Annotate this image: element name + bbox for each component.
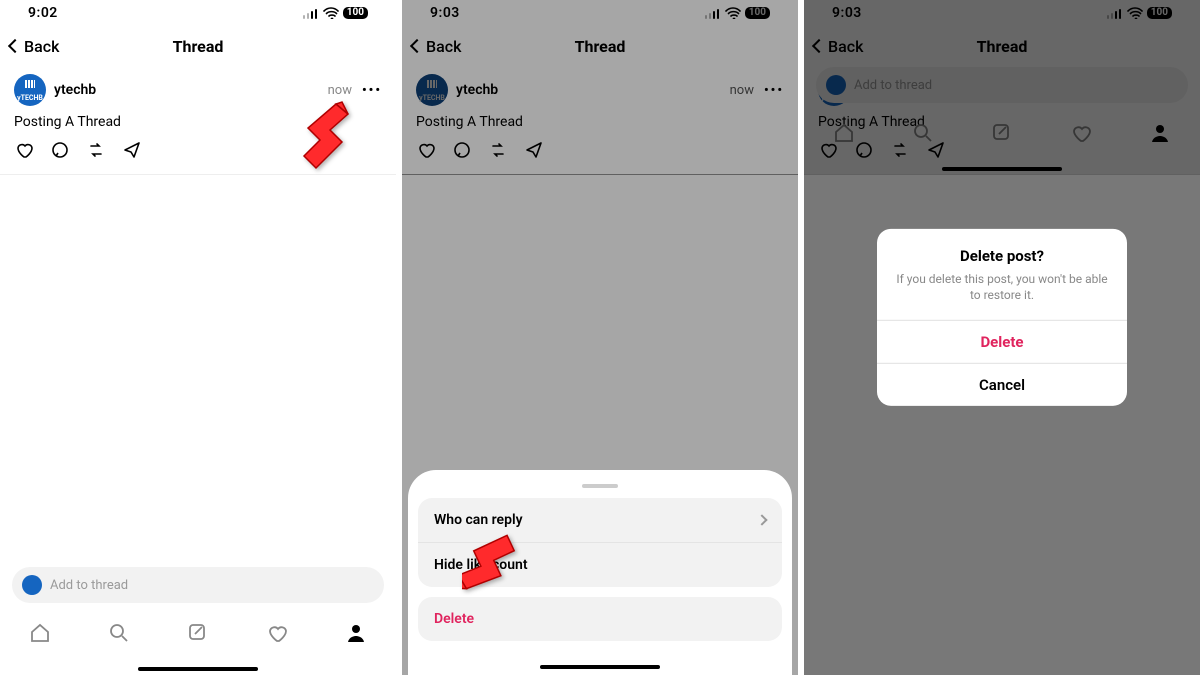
avatar[interactable]: yTECHB — [14, 74, 46, 106]
more-options-button[interactable]: ••• — [764, 83, 784, 98]
sheet-delete[interactable]: Delete — [418, 597, 782, 641]
avatar[interactable]: yTECHB — [416, 74, 448, 106]
add-to-thread-input[interactable]: Add to thread — [816, 67, 1188, 103]
back-label: Back — [828, 37, 863, 56]
signal-icon — [303, 7, 319, 19]
battery-level: 100 — [343, 7, 368, 19]
signal-icon — [705, 7, 721, 19]
add-to-thread-input[interactable]: Add to thread — [12, 567, 384, 603]
status-bar: 9:03 100 — [402, 0, 798, 26]
more-options-button[interactable]: ••• — [362, 83, 382, 98]
tab-search-icon[interactable] — [911, 121, 935, 145]
tab-profile-icon[interactable] — [1148, 121, 1172, 145]
tab-home-icon[interactable] — [832, 121, 856, 145]
chevron-left-icon — [8, 39, 22, 53]
post-timestamp: now — [328, 83, 352, 98]
back-label: Back — [24, 37, 59, 56]
delete-confirmation-modal: Delete post? If you delete this post, yo… — [877, 229, 1127, 405]
share-icon[interactable] — [122, 140, 142, 160]
status-bar: 9:02 100 — [0, 0, 396, 26]
wifi-icon — [1127, 7, 1143, 19]
composer-placeholder: Add to thread — [50, 578, 128, 593]
nav-header: Back Thread — [0, 26, 396, 66]
repost-icon[interactable] — [488, 140, 508, 160]
status-time: 9:02 — [28, 5, 58, 21]
home-indicator — [138, 667, 258, 671]
chevron-right-icon — [756, 514, 767, 525]
back-button[interactable]: Back — [10, 37, 59, 56]
tab-home-icon[interactable] — [28, 621, 52, 645]
battery-level: 100 — [745, 7, 770, 19]
sheet-grabber[interactable] — [582, 484, 618, 488]
back-button[interactable]: Back — [814, 37, 863, 56]
tab-search-icon[interactable] — [107, 621, 131, 645]
sheet-item-label: Who can reply — [434, 512, 523, 528]
wifi-icon — [725, 7, 741, 19]
chevron-left-icon — [812, 39, 826, 53]
post-username[interactable]: ytechb — [54, 82, 96, 98]
status-time: 9:03 — [430, 5, 460, 21]
modal-cancel-button[interactable]: Cancel — [877, 362, 1127, 405]
composer-placeholder: Add to thread — [854, 78, 932, 93]
thread-post: yTECHB ytechb now ••• Posting A Thread — [402, 66, 798, 175]
screen-3: 9:03 100 Back Thread yTECHB ytechb now •… — [804, 0, 1200, 675]
repost-icon[interactable] — [86, 140, 106, 160]
avatar — [22, 575, 42, 595]
tab-activity-icon[interactable] — [1069, 121, 1093, 145]
like-icon[interactable] — [416, 140, 436, 160]
nav-header: Back Thread — [804, 26, 1200, 66]
status-time: 9:03 — [832, 5, 862, 21]
tab-compose-icon[interactable] — [990, 121, 1014, 145]
modal-title: Delete post? — [893, 247, 1111, 265]
annotation-arrow-icon — [462, 530, 522, 600]
avatar — [826, 75, 846, 95]
screen-2: 9:03 100 Back Thread yTECHB ytechb now •… — [402, 0, 798, 675]
tab-activity-icon[interactable] — [265, 621, 289, 645]
post-body: Posting A Thread — [416, 106, 784, 140]
signal-icon — [1107, 7, 1123, 19]
screen-1: 9:02 100 Back Thread yTECHB ytechb now •… — [0, 0, 396, 675]
post-timestamp: now — [730, 83, 754, 98]
battery-level: 100 — [1147, 7, 1172, 19]
tab-bar — [0, 611, 396, 655]
share-icon[interactable] — [524, 140, 544, 160]
comment-icon[interactable] — [50, 140, 70, 160]
modal-delete-button[interactable]: Delete — [877, 319, 1127, 362]
modal-message: If you delete this post, you won't be ab… — [893, 271, 1111, 303]
back-button[interactable]: Back — [412, 37, 461, 56]
comment-icon[interactable] — [452, 140, 472, 160]
tab-bar — [804, 111, 1200, 155]
back-label: Back — [426, 37, 461, 56]
nav-header: Back Thread — [402, 26, 798, 66]
tab-profile-icon[interactable] — [344, 621, 368, 645]
tab-compose-icon[interactable] — [186, 621, 210, 645]
sheet-item-label: Delete — [434, 611, 474, 627]
home-indicator — [942, 167, 1062, 171]
status-bar: 9:03 100 — [804, 0, 1200, 26]
annotation-arrow-icon — [290, 100, 350, 170]
wifi-icon — [323, 7, 339, 19]
like-icon[interactable] — [14, 140, 34, 160]
post-username[interactable]: ytechb — [456, 82, 498, 98]
chevron-left-icon — [410, 39, 424, 53]
